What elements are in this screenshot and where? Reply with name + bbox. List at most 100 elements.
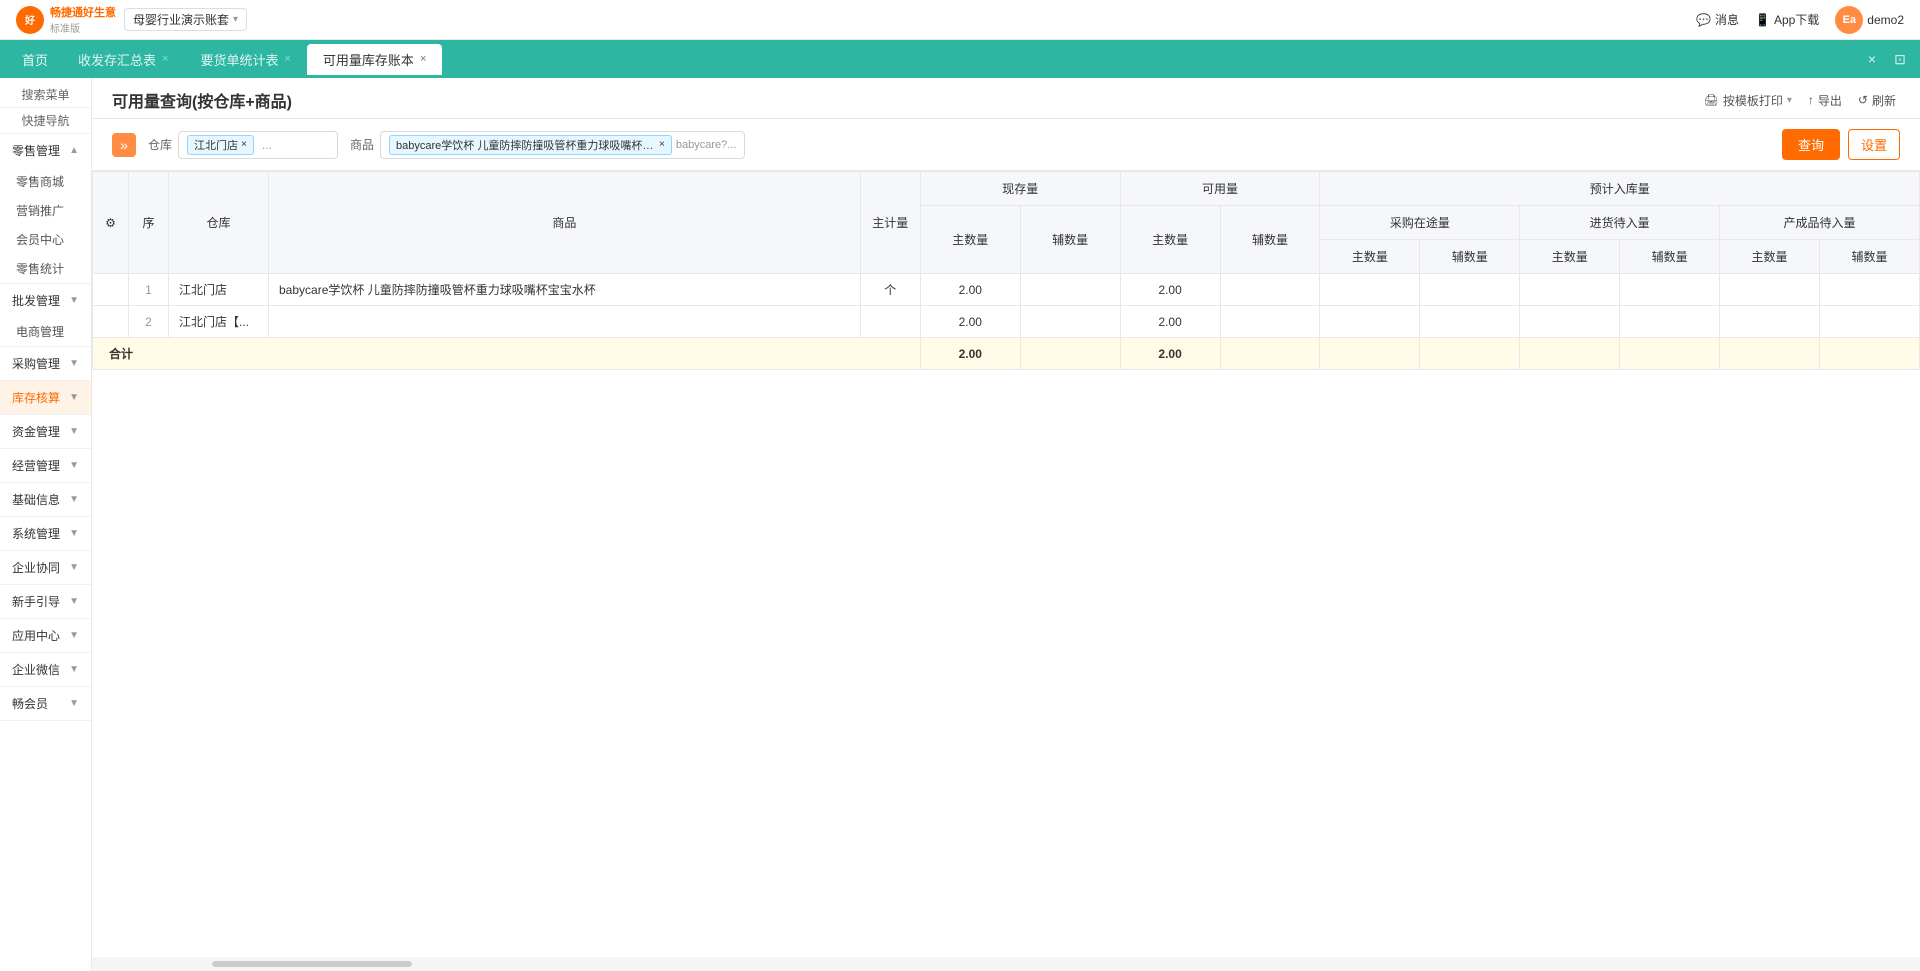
logo-text: 畅捷通好生意 标准版 (50, 4, 116, 35)
main-layout: 搜索菜单 快捷导航 零售管理 ▲ 零售商城 营销推广 会员中心 零售统计 批发管… (0, 78, 1920, 971)
print-button[interactable]: 🖨 按模板打印 ▾ (1700, 90, 1796, 111)
th-stock-group: 现存量 (920, 172, 1120, 206)
top-bar-right: 💬 消息 📱 App下载 Ea demo2 (1696, 6, 1904, 34)
sidebar-section-appstore: 应用中心 ▼ (0, 619, 91, 653)
th-avail-main: 主数量 (1120, 206, 1220, 274)
sidebar-section-ops: 经营管理 ▼ (0, 449, 91, 483)
remove-tag-icon[interactable]: × (241, 139, 247, 150)
content-area: 可用量查询(按仓库+商品) 🖨 按模板打印 ▾ ↑ 导出 ↺ 刷新 (92, 78, 1920, 971)
sidebar-section-title-finance[interactable]: 资金管理 ▼ (0, 415, 91, 448)
sidebar-section-wechat: 企业微信 ▼ (0, 653, 91, 687)
th-unit: 主计量 (860, 172, 920, 274)
chevron-icon: ▼ (69, 460, 79, 471)
restore-button[interactable]: ⊡ (1888, 47, 1912, 71)
close-icon[interactable]: × (284, 53, 290, 65)
sidebar-section-title-system[interactable]: 系统管理 ▼ (0, 517, 91, 550)
sidebar-section-title-inventory[interactable]: 库存核算 ▼ (0, 381, 91, 414)
product-filter-group: 商品 babycare学饮杯 儿童防摔防撞吸管杯重力球吸嘴杯宝宝水杯 × bab… (350, 131, 745, 159)
tab-bar-controls: × ⊡ (1860, 47, 1912, 71)
user-profile[interactable]: Ea demo2 (1835, 6, 1904, 34)
th-production-sub: 辅数量 (1819, 240, 1919, 274)
summary-avail-sub (1220, 338, 1320, 370)
chevron-icon: ▼ (69, 698, 79, 709)
sidebar-section-title-retail[interactable]: 零售管理 ▲ (0, 134, 91, 167)
warehouse-tag[interactable]: 江北门店 × (187, 135, 254, 155)
sidebar-section-title-wholesale[interactable]: 批发管理 ▼ (0, 284, 91, 317)
product-more-tag[interactable]: babycare?... (676, 139, 737, 151)
settings-button[interactable]: 设置 (1848, 129, 1900, 160)
th-product: 商品 (269, 172, 861, 274)
sidebar-section-retail: 零售管理 ▲ 零售商城 营销推广 会员中心 零售统计 (0, 134, 91, 284)
tab-home[interactable]: 首页 (8, 44, 62, 75)
filter-area: » 仓库 江北门店 × ... 商品 babycare学饮杯 儿童防摔防撞吸管杯… (92, 119, 1920, 171)
warehouse-input[interactable]: 江北门店 × ... (178, 131, 338, 159)
industry-selector[interactable]: 母婴行业演示账套 ▾ (124, 8, 247, 31)
th-warehouse: 仓库 (169, 172, 269, 274)
summary-row: 合计 2.00 2.00 (93, 338, 1920, 370)
sidebar-section-title-ops[interactable]: 经营管理 ▼ (0, 449, 91, 482)
export-button[interactable]: ↑ 导出 (1804, 90, 1846, 111)
sidebar-search[interactable]: 搜索菜单 (0, 78, 91, 108)
horizontal-scrollbar[interactable] (92, 957, 1920, 971)
sidebar-item-marketing[interactable]: 营销推广 (0, 196, 91, 225)
chevron-icon: ▼ (69, 295, 79, 306)
sidebar-section-title-basic[interactable]: 基础信息 ▼ (0, 483, 91, 516)
close-icon[interactable]: × (162, 53, 168, 65)
summary-pt-sub (1420, 338, 1520, 370)
tab-bar: 首页 收发存汇总表 × 要货单统计表 × 可用量库存账本 × × ⊡ (0, 40, 1920, 78)
tab-receive-send[interactable]: 收发存汇总表 × (62, 44, 184, 75)
query-button[interactable]: 查询 (1782, 129, 1840, 160)
chevron-icon: ▼ (69, 528, 79, 539)
remove-tag-icon[interactable]: × (659, 139, 665, 150)
sidebar-section-vip: 畅会员 ▼ (0, 687, 91, 721)
table-settings-icon[interactable]: ⚙ (93, 172, 129, 274)
sidebar-section-title-purchase[interactable]: 采购管理 ▼ (0, 347, 91, 380)
sidebar-section-title-guide[interactable]: 新手引导 ▼ (0, 585, 91, 618)
sidebar-quick-nav[interactable]: 快捷导航 (0, 108, 91, 134)
th-avail-sub: 辅数量 (1220, 206, 1320, 274)
chevron-icon: ▼ (69, 664, 79, 675)
sidebar-item-member[interactable]: 会员中心 (0, 225, 91, 254)
tab-available-stock[interactable]: 可用量库存账本 × (307, 44, 442, 75)
sidebar-item-retail-stats[interactable]: 零售统计 (0, 254, 91, 283)
sidebar-section-purchase: 采购管理 ▼ (0, 347, 91, 381)
sidebar-section-title-collab[interactable]: 企业协同 ▼ (0, 551, 91, 584)
th-incoming-main: 主数量 (1520, 240, 1620, 274)
sidebar-section-collab: 企业协同 ▼ (0, 551, 91, 585)
tab-order-stats[interactable]: 要货单统计表 × (184, 44, 306, 75)
product-input[interactable]: babycare学饮杯 儿童防摔防撞吸管杯重力球吸嘴杯宝宝水杯 × babyca… (380, 131, 745, 159)
print-icon: 🖨 (1704, 93, 1719, 107)
th-index: 序 (129, 172, 169, 274)
message-icon: 💬 (1696, 13, 1711, 27)
chevron-icon: ▼ (69, 426, 79, 437)
th-incoming: 进货待入量 (1520, 206, 1720, 240)
app-download-button[interactable]: 📱 App下载 (1755, 11, 1819, 28)
sidebar-item-online-retail[interactable]: 零售商城 (0, 167, 91, 196)
avatar: Ea (1835, 6, 1863, 34)
sidebar-section-basic: 基础信息 ▼ (0, 483, 91, 517)
chevron-icon: ▼ (69, 358, 79, 369)
page-header: 可用量查询(按仓库+商品) 🖨 按模板打印 ▾ ↑ 导出 ↺ 刷新 (92, 78, 1920, 119)
top-bar: 好 畅捷通好生意 标准版 母婴行业演示账套 ▾ 💬 消息 📱 App下载 Ea … (0, 0, 1920, 40)
export-icon: ↑ (1808, 93, 1814, 107)
summary-prod-sub (1819, 338, 1919, 370)
product-tag-1[interactable]: babycare学饮杯 儿童防摔防撞吸管杯重力球吸嘴杯宝宝水杯 × (389, 135, 672, 155)
sidebar-section-title-appstore[interactable]: 应用中心 ▼ (0, 619, 91, 652)
messages-button[interactable]: 💬 消息 (1696, 11, 1739, 28)
close-icon[interactable]: × (420, 53, 426, 65)
sidebar-section-guide: 新手引导 ▼ (0, 585, 91, 619)
warehouse-ellipsis[interactable]: ... (262, 138, 272, 152)
logo-icon: 好 (16, 6, 44, 34)
refresh-button[interactable]: ↺ 刷新 (1854, 90, 1900, 111)
logo-area: 好 畅捷通好生意 标准版 (16, 4, 116, 35)
filter-actions: 查询 设置 (1782, 129, 1900, 160)
th-plan-group: 预计入库量 (1320, 172, 1920, 206)
sidebar-section-title-wechat[interactable]: 企业微信 ▼ (0, 653, 91, 686)
sidebar-section-title-vip[interactable]: 畅会员 ▼ (0, 687, 91, 720)
table-row: 2江北门店【...2.002.00 (93, 306, 1920, 338)
close-all-tabs-button[interactable]: × (1860, 47, 1884, 71)
filter-toggle-button[interactable]: » (112, 133, 136, 157)
chevron-down-icon: ▾ (1787, 95, 1792, 106)
th-production-main: 主数量 (1720, 240, 1820, 274)
sidebar-item-ecommerce[interactable]: 电商管理 (0, 317, 91, 346)
